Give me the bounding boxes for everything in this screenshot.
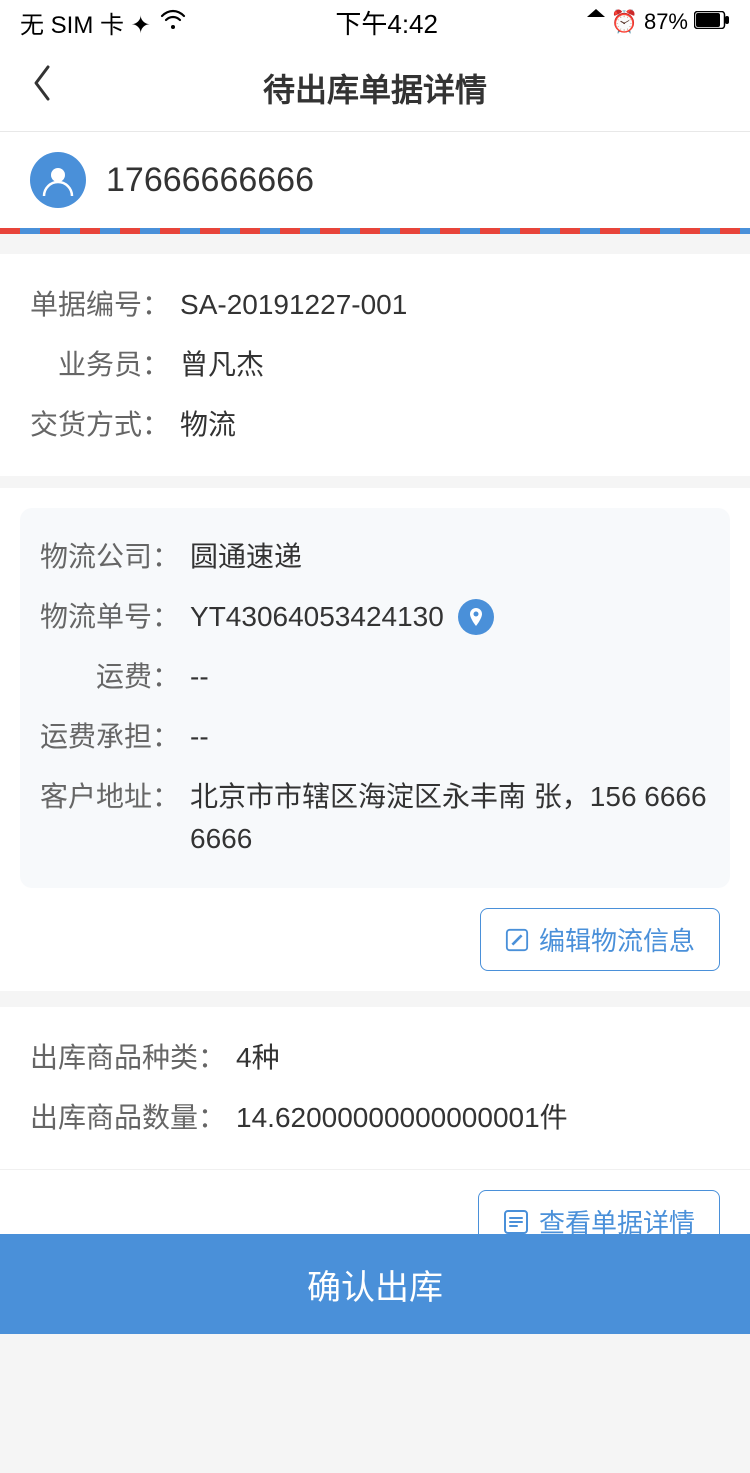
logistics-section: 物流公司： 圆通速递 物流单号： YT43064053424130 运费： --…: [0, 488, 750, 991]
delivery-value: 物流: [180, 404, 720, 446]
wifi-icon: [159, 8, 187, 36]
customer-address-value: 北京市市辖区海淀区永丰南 张，156 6666 6666: [190, 776, 710, 860]
freight-bearer-row: 运费承担： --: [40, 716, 710, 758]
salesperson-label: 业务员：: [30, 344, 170, 386]
freight-row: 运费： --: [40, 656, 710, 698]
confirm-button[interactable]: 确认出库: [0, 1234, 750, 1334]
freight-bearer-label: 运费承担：: [40, 716, 180, 758]
freight-label: 运费：: [40, 656, 180, 698]
goods-type-label: 出库商品种类：: [30, 1037, 226, 1079]
edit-logistics-btn-row: 编辑物流信息: [0, 888, 750, 991]
goods-quantity-row: 出库商品数量： 14.62000000000000001件: [30, 1097, 720, 1139]
customer-phone: 17666666666: [106, 161, 314, 200]
document-number-row: 单据编号： SA-20191227-001: [30, 284, 720, 326]
confirm-button-label: 确认出库: [307, 1260, 443, 1309]
logistics-company-row: 物流公司： 圆通速递: [40, 536, 710, 578]
logistics-company-value: 圆通速递: [190, 536, 710, 578]
location-status-icon: [587, 9, 605, 35]
avatar: [30, 152, 86, 208]
sim-status: 无 SIM 卡 ✦: [20, 5, 151, 40]
status-bar-time: 下午4:42: [335, 4, 438, 41]
delivery-row: 交货方式： 物流: [30, 404, 720, 446]
goods-type-row: 出库商品种类： 4种: [30, 1037, 720, 1079]
goods-type-value: 4种: [236, 1037, 720, 1079]
nav-bar: 待出库单据详情: [0, 44, 750, 132]
battery-icon: [694, 9, 730, 35]
status-bar-right: ⏰ 87%: [587, 9, 730, 35]
tracking-location-icon[interactable]: [458, 599, 494, 635]
freight-value: --: [190, 656, 710, 698]
document-info-section: 单据编号： SA-20191227-001 业务员： 曾凡杰 交货方式： 物流: [0, 254, 750, 476]
alarm-icon: ⏰: [611, 9, 638, 35]
back-button[interactable]: [30, 63, 54, 112]
customer-address-label: 客户地址：: [40, 776, 180, 818]
edit-logistics-button[interactable]: 编辑物流信息: [480, 908, 720, 971]
status-bar: 无 SIM 卡 ✦ 下午4:42 ⏰ 87%: [0, 0, 750, 44]
battery-text: 87%: [644, 9, 688, 35]
freight-bearer-value: --: [190, 716, 710, 758]
logistics-tracking-value: YT43064053424130: [190, 596, 710, 638]
edit-logistics-label: 编辑物流信息: [539, 921, 695, 958]
salesperson-row: 业务员： 曾凡杰: [30, 344, 720, 386]
customer-row: 17666666666: [0, 132, 750, 228]
logistics-tracking-label: 物流单号：: [40, 596, 180, 638]
goods-quantity-label: 出库商品数量：: [30, 1097, 226, 1139]
logistics-company-label: 物流公司：: [40, 536, 180, 578]
status-bar-left: 无 SIM 卡 ✦: [20, 5, 187, 40]
page-title: 待出库单据详情: [263, 65, 487, 111]
salesperson-value: 曾凡杰: [180, 344, 720, 386]
logistics-tracking-row: 物流单号： YT43064053424130: [40, 596, 710, 638]
delivery-label: 交货方式：: [30, 404, 170, 446]
customer-address-row: 客户地址： 北京市市辖区海淀区永丰南 张，156 6666 6666: [40, 776, 710, 860]
goods-section: 出库商品种类： 4种 出库商品数量： 14.62000000000000001件: [0, 1007, 750, 1169]
document-number-label: 单据编号：: [30, 284, 170, 326]
document-number-value: SA-20191227-001: [180, 284, 720, 326]
goods-quantity-value: 14.62000000000000001件: [236, 1097, 720, 1139]
logistics-card: 物流公司： 圆通速递 物流单号： YT43064053424130 运费： --…: [20, 508, 730, 888]
